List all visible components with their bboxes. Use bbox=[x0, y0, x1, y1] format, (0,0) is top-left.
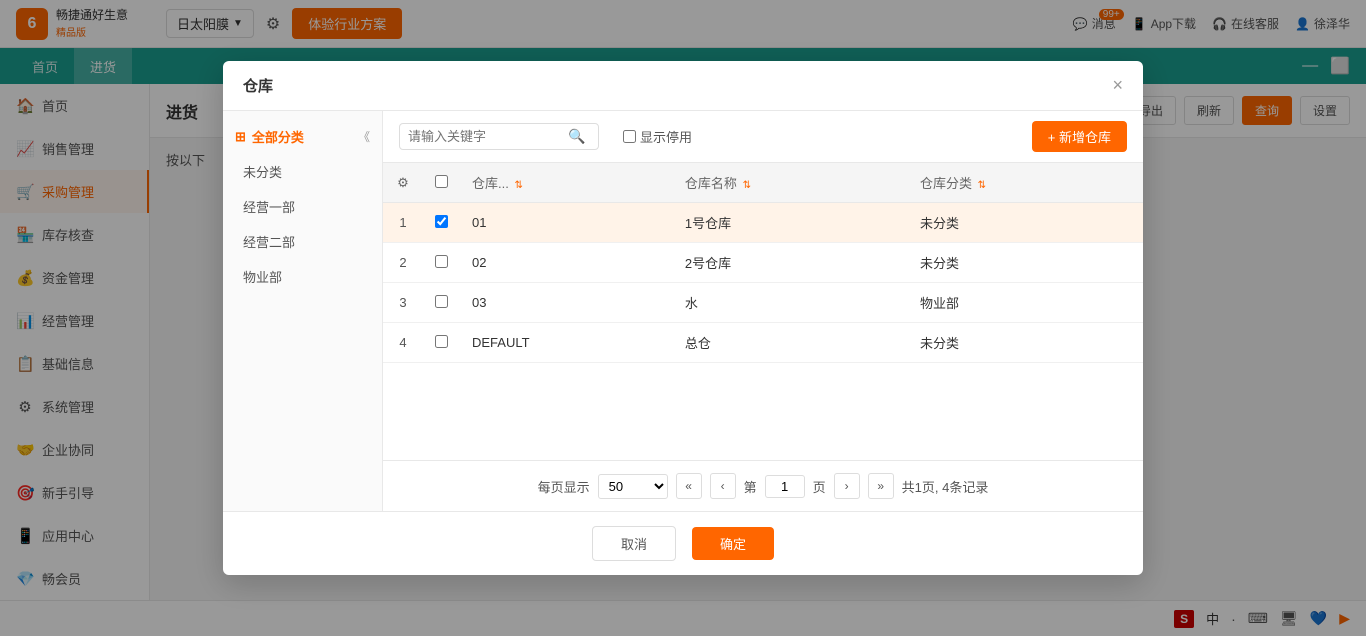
row-checkbox-cell bbox=[423, 203, 460, 243]
row-number: 2 bbox=[399, 255, 406, 270]
table-row[interactable]: 4 DEFAULT 总仓 未分类 bbox=[383, 323, 1143, 363]
first-page-btn[interactable]: « bbox=[676, 473, 702, 499]
search-box: 🔍 bbox=[399, 123, 599, 150]
next-page-btn[interactable]: › bbox=[834, 473, 860, 499]
row-id: DEFAULT bbox=[460, 323, 673, 363]
modal-footer: 取消 确定 bbox=[223, 511, 1143, 575]
row-settings[interactable]: 1 bbox=[383, 203, 423, 243]
table-row[interactable]: 2 02 2号仓库 未分类 bbox=[383, 243, 1143, 283]
row-settings[interactable]: 2 bbox=[383, 243, 423, 283]
modal-overlay: 仓库 × ⊞ 全部分类 《 未分类经营一部经营二部物业部 bbox=[0, 0, 1366, 636]
row-id: 01 bbox=[460, 203, 673, 243]
search-input[interactable] bbox=[408, 129, 568, 144]
category-item-1[interactable]: 经营一部 bbox=[223, 189, 382, 224]
page-label: 第 bbox=[744, 477, 757, 496]
table-header-row: ⚙ 仓库... ⇅ 仓库名称 ⇅ bbox=[383, 163, 1143, 203]
pagination: 每页显示 50 20 100 « ‹ 第 页 › » 共1页, 4条记录 bbox=[383, 460, 1143, 511]
total-label: 共1页, 4条记录 bbox=[902, 477, 989, 496]
sort-icon-name: ⇅ bbox=[743, 180, 751, 191]
col-code: 仓库... ⇅ bbox=[460, 163, 673, 203]
row-name: 1号仓库 bbox=[673, 203, 908, 243]
row-category: 未分类 bbox=[908, 203, 1143, 243]
search-icon[interactable]: 🔍 bbox=[568, 128, 585, 145]
all-cat-label: 全部分类 bbox=[252, 127, 304, 146]
row-id: 02 bbox=[460, 243, 673, 283]
warehouse-table: ⚙ 仓库... ⇅ 仓库名称 ⇅ bbox=[383, 163, 1143, 363]
left-panel: ⊞ 全部分类 《 未分类经营一部经营二部物业部 bbox=[223, 111, 383, 511]
col-settings: ⚙ bbox=[383, 163, 423, 203]
row-checkbox-cell bbox=[423, 323, 460, 363]
row-number: 3 bbox=[399, 295, 406, 310]
new-warehouse-btn[interactable]: + 新增仓库 bbox=[1032, 121, 1127, 152]
show-disabled-label[interactable]: 显示停用 bbox=[623, 127, 692, 146]
row-settings[interactable]: 4 bbox=[383, 323, 423, 363]
modal-header: 仓库 × bbox=[223, 61, 1143, 111]
row-number: 4 bbox=[399, 335, 406, 350]
category-item-3[interactable]: 物业部 bbox=[223, 259, 382, 294]
row-checkbox[interactable] bbox=[435, 215, 448, 228]
row-number: 1 bbox=[399, 215, 406, 230]
sort-icon-code: ⇅ bbox=[514, 180, 522, 191]
row-name: 总仓 bbox=[673, 323, 908, 363]
col-checkbox bbox=[423, 163, 460, 203]
select-all-checkbox[interactable] bbox=[435, 175, 448, 188]
col-category: 仓库分类 ⇅ bbox=[908, 163, 1143, 203]
show-disabled-checkbox[interactable] bbox=[623, 130, 636, 143]
modal-title: 仓库 bbox=[243, 75, 273, 96]
last-page-btn[interactable]: » bbox=[868, 473, 894, 499]
cancel-button[interactable]: 取消 bbox=[592, 526, 676, 561]
col-code-label: 仓库... bbox=[472, 176, 509, 191]
right-panel: 🔍 显示停用 + 新增仓库 ⚙ bbox=[383, 111, 1143, 511]
grid-icon: ⊞ bbox=[235, 129, 246, 145]
warehouse-modal: 仓库 × ⊞ 全部分类 《 未分类经营一部经营二部物业部 bbox=[223, 61, 1143, 575]
category-item-0[interactable]: 未分类 bbox=[223, 154, 382, 189]
collapse-icon[interactable]: 《 bbox=[358, 128, 370, 145]
prev-page-btn[interactable]: ‹ bbox=[710, 473, 736, 499]
confirm-button[interactable]: 确定 bbox=[692, 527, 774, 560]
row-checkbox[interactable] bbox=[435, 255, 448, 268]
right-toolbar: 🔍 显示停用 + 新增仓库 bbox=[383, 111, 1143, 163]
sort-icon-category: ⇅ bbox=[978, 180, 986, 191]
close-button[interactable]: × bbox=[1112, 75, 1123, 96]
page-input[interactable] bbox=[765, 475, 805, 498]
row-checkbox[interactable] bbox=[435, 295, 448, 308]
table-row[interactable]: 3 03 水 物业部 bbox=[383, 283, 1143, 323]
row-settings[interactable]: 3 bbox=[383, 283, 423, 323]
col-name: 仓库名称 ⇅ bbox=[673, 163, 908, 203]
category-item-2[interactable]: 经营二部 bbox=[223, 224, 382, 259]
table-wrap: ⚙ 仓库... ⇅ 仓库名称 ⇅ bbox=[383, 163, 1143, 460]
per-page-label: 每页显示 bbox=[538, 477, 590, 496]
row-category: 未分类 bbox=[908, 243, 1143, 283]
left-panel-header: ⊞ 全部分类 《 bbox=[223, 119, 382, 154]
all-categories[interactable]: ⊞ 全部分类 bbox=[235, 127, 304, 146]
row-checkbox[interactable] bbox=[435, 335, 448, 348]
row-name: 水 bbox=[673, 283, 908, 323]
col-category-label: 仓库分类 bbox=[920, 176, 972, 191]
col-name-label: 仓库名称 bbox=[685, 176, 737, 191]
modal-body: ⊞ 全部分类 《 未分类经营一部经营二部物业部 🔍 bbox=[223, 111, 1143, 511]
row-checkbox-cell bbox=[423, 243, 460, 283]
row-category: 物业部 bbox=[908, 283, 1143, 323]
row-name: 2号仓库 bbox=[673, 243, 908, 283]
row-id: 03 bbox=[460, 283, 673, 323]
page-suffix: 页 bbox=[813, 477, 826, 496]
row-category: 未分类 bbox=[908, 323, 1143, 363]
table-row[interactable]: 1 01 1号仓库 未分类 bbox=[383, 203, 1143, 243]
per-page-select[interactable]: 50 20 100 bbox=[598, 474, 668, 499]
row-checkbox-cell bbox=[423, 283, 460, 323]
